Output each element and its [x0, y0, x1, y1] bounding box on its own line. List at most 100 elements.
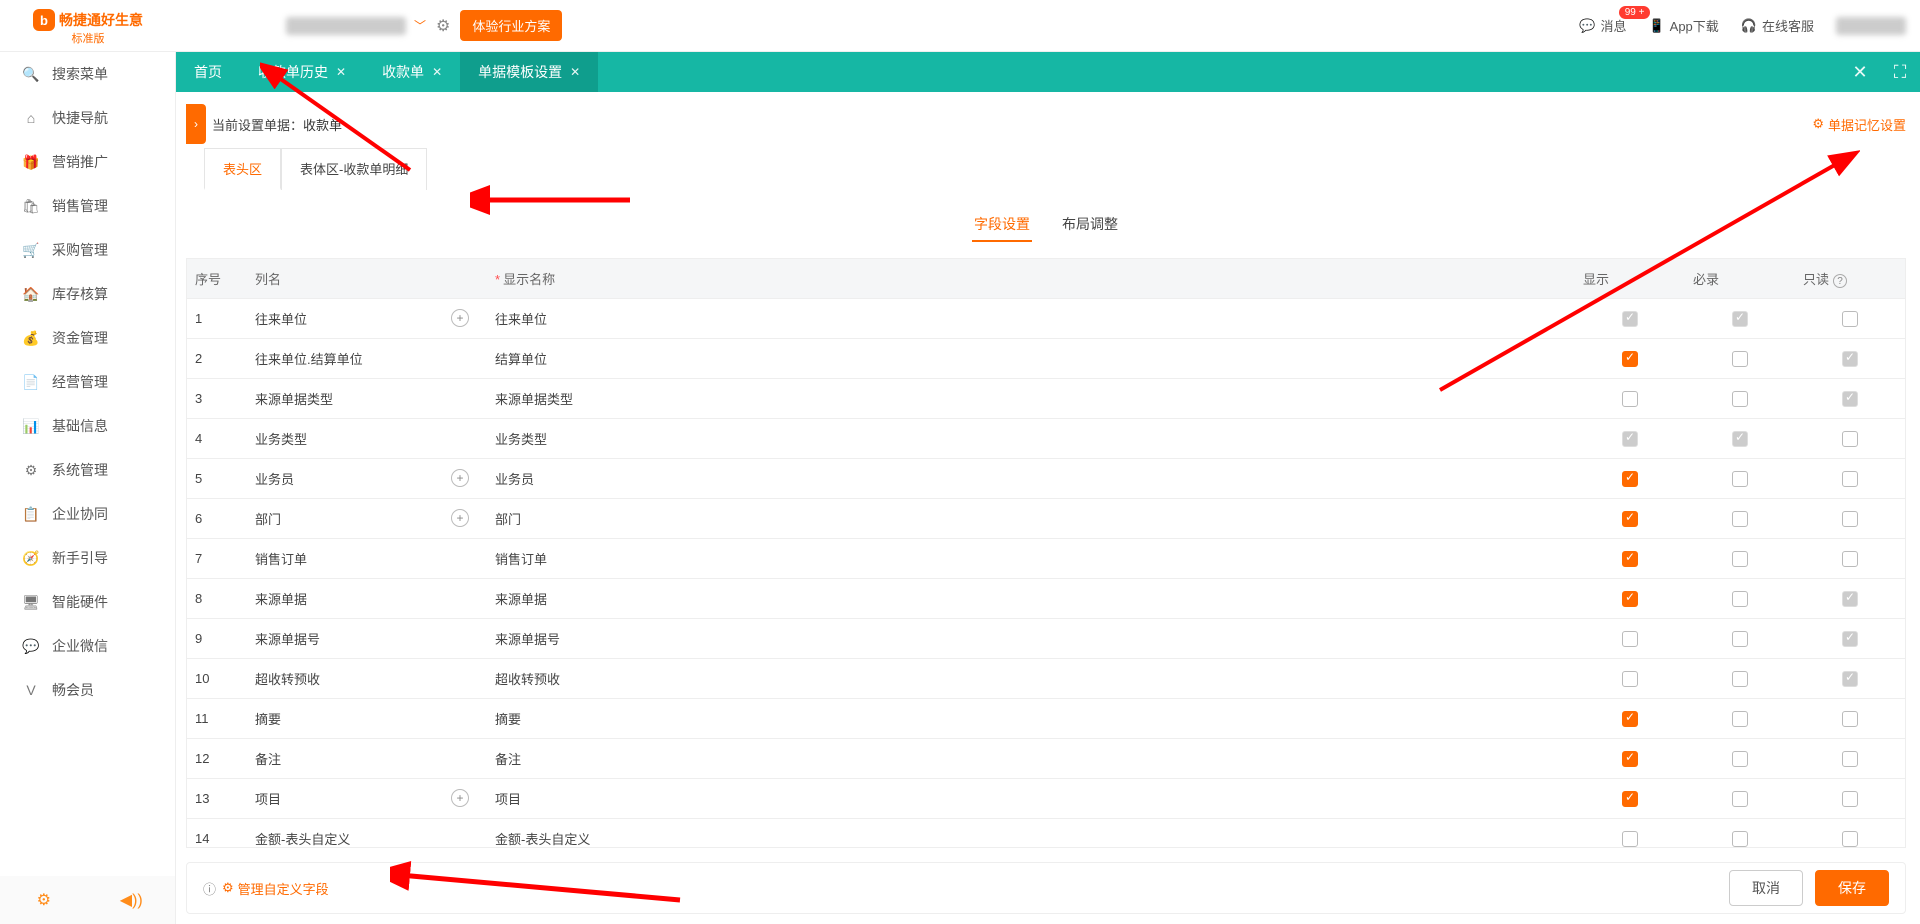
nav-icon: 💰 — [22, 330, 40, 347]
nav-item-14[interactable]: V畅会员 — [0, 668, 175, 712]
row-display[interactable]: 金额-表头自定义 — [487, 819, 1575, 849]
nav-item-10[interactable]: 📋企业协同 — [0, 492, 175, 536]
account-selector[interactable]: ﹀ — [176, 17, 436, 35]
add-icon[interactable]: + — [451, 509, 469, 527]
add-icon[interactable]: + — [451, 469, 469, 487]
field-grid-wrap[interactable]: 序号 列名 *显示名称 显示 必录 只读? 1往来单位+往来单位2往来单位.结算… — [186, 258, 1906, 848]
customer-service-button[interactable]: 🎧 在线客服 — [1741, 16, 1814, 35]
memory-settings-link[interactable]: ⚙ 单据记忆设置 — [1812, 115, 1906, 134]
gear-icon[interactable]: ⚙ — [436, 16, 450, 36]
nav-item-4[interactable]: 🛒采购管理 — [0, 228, 175, 272]
row-display[interactable]: 业务类型 — [487, 419, 1575, 459]
checkbox[interactable] — [1732, 391, 1748, 407]
checkbox[interactable] — [1732, 791, 1748, 807]
checkbox[interactable] — [1842, 511, 1858, 527]
row-display[interactable]: 来源单据号 — [487, 619, 1575, 659]
row-display[interactable]: 超收转预收 — [487, 659, 1575, 699]
try-industry-button[interactable]: 体验行业方案 — [460, 10, 562, 41]
nav-item-13[interactable]: 💬企业微信 — [0, 624, 175, 668]
checkbox[interactable] — [1622, 471, 1638, 487]
row-display[interactable]: 摘要 — [487, 699, 1575, 739]
app-download-button[interactable]: 📱 App下载 — [1648, 16, 1718, 35]
page-tab-0[interactable]: 首页 — [176, 52, 240, 92]
nav-icon: 💬 — [22, 638, 40, 655]
save-button[interactable]: 保存 — [1815, 870, 1889, 906]
row-display[interactable]: 来源单据类型 — [487, 379, 1575, 419]
checkbox[interactable] — [1732, 551, 1748, 567]
settings-icon[interactable]: ⚙ — [0, 890, 88, 910]
checkbox[interactable] — [1842, 551, 1858, 567]
checkbox[interactable] — [1622, 711, 1638, 727]
collapse-icon[interactable]: ◀)) — [88, 890, 176, 910]
checkbox[interactable] — [1842, 431, 1858, 447]
close-icon[interactable]: ✕ — [336, 65, 346, 79]
checkbox[interactable] — [1842, 831, 1858, 847]
row-display[interactable]: 业务员 — [487, 459, 1575, 499]
checkbox[interactable] — [1732, 671, 1748, 687]
row-display[interactable]: 销售订单 — [487, 539, 1575, 579]
checkbox[interactable] — [1842, 311, 1858, 327]
row-display[interactable]: 往来单位 — [487, 299, 1575, 339]
checkbox[interactable] — [1622, 351, 1638, 367]
user-menu[interactable] — [1836, 17, 1906, 35]
nav-item-12[interactable]: 🖥智能硬件 — [0, 580, 175, 624]
close-icon[interactable]: ✕ — [432, 65, 442, 79]
checkbox[interactable] — [1622, 831, 1638, 847]
help-circle-icon[interactable]: ⓘ — [203, 879, 216, 898]
checkbox[interactable] — [1622, 511, 1638, 527]
row-display[interactable]: 项目 — [487, 779, 1575, 819]
checkbox[interactable] — [1622, 591, 1638, 607]
checkbox[interactable] — [1622, 391, 1638, 407]
row-display[interactable]: 备注 — [487, 739, 1575, 779]
nav-item-9[interactable]: ⚙系统管理 — [0, 448, 175, 492]
close-all-tabs-icon[interactable]: ✕ — [1840, 52, 1880, 92]
nav-item-1[interactable]: ⌂快捷导航 — [0, 96, 175, 140]
nav-icon: 🏠 — [22, 286, 40, 303]
help-icon[interactable]: ? — [1833, 274, 1847, 288]
nav-item-11[interactable]: 🧭新手引导 — [0, 536, 175, 580]
checkbox[interactable] — [1732, 751, 1748, 767]
checkbox[interactable] — [1732, 511, 1748, 527]
checkbox[interactable] — [1622, 791, 1638, 807]
nav-item-3[interactable]: 🛍销售管理 — [0, 184, 175, 228]
page-tab-3[interactable]: 单据模板设置✕ — [460, 52, 598, 92]
section-tab-0[interactable]: 表头区 — [204, 148, 281, 190]
row-display[interactable]: 部门 — [487, 499, 1575, 539]
nav-item-2[interactable]: 🎁营销推广 — [0, 140, 175, 184]
checkbox[interactable] — [1842, 751, 1858, 767]
page-tab-1[interactable]: 收款单历史✕ — [240, 52, 364, 92]
page-tab-2[interactable]: 收款单✕ — [364, 52, 460, 92]
checkbox[interactable] — [1732, 711, 1748, 727]
add-icon[interactable]: + — [451, 789, 469, 807]
checkbox[interactable] — [1732, 831, 1748, 847]
checkbox[interactable] — [1732, 631, 1748, 647]
nav-item-5[interactable]: 🏠库存核算 — [0, 272, 175, 316]
checkbox[interactable] — [1732, 471, 1748, 487]
checkbox[interactable] — [1622, 551, 1638, 567]
fullscreen-icon[interactable]: ⛶ — [1880, 52, 1920, 92]
nav-item-7[interactable]: 📄经营管理 — [0, 360, 175, 404]
checkbox[interactable] — [1732, 591, 1748, 607]
nav-item-0[interactable]: 🔍搜索菜单 — [0, 52, 175, 96]
nav-item-6[interactable]: 💰资金管理 — [0, 316, 175, 360]
sub-tab-0[interactable]: 字段设置 — [972, 208, 1032, 242]
add-icon[interactable]: + — [451, 309, 469, 327]
row-display[interactable]: 来源单据 — [487, 579, 1575, 619]
section-tab-1[interactable]: 表体区-收款单明细 — [281, 148, 427, 190]
checkbox[interactable] — [1622, 631, 1638, 647]
cancel-button[interactable]: 取消 — [1729, 870, 1803, 906]
checkbox[interactable] — [1842, 711, 1858, 727]
messages-button[interactable]: 💬 消息 — [1579, 16, 1626, 35]
checkbox[interactable] — [1732, 351, 1748, 367]
checkbox[interactable] — [1622, 671, 1638, 687]
close-icon[interactable]: ✕ — [570, 65, 580, 79]
checkbox[interactable] — [1622, 751, 1638, 767]
row-name: 往来单位.结算单位 — [247, 339, 487, 379]
checkbox[interactable] — [1842, 471, 1858, 487]
sub-tab-1[interactable]: 布局调整 — [1060, 208, 1120, 242]
expand-toggle[interactable]: › — [186, 104, 206, 144]
row-display[interactable]: 结算单位 — [487, 339, 1575, 379]
checkbox[interactable] — [1842, 791, 1858, 807]
manage-custom-fields-link[interactable]: ⚙ 管理自定义字段 — [222, 879, 329, 898]
nav-item-8[interactable]: 📊基础信息 — [0, 404, 175, 448]
